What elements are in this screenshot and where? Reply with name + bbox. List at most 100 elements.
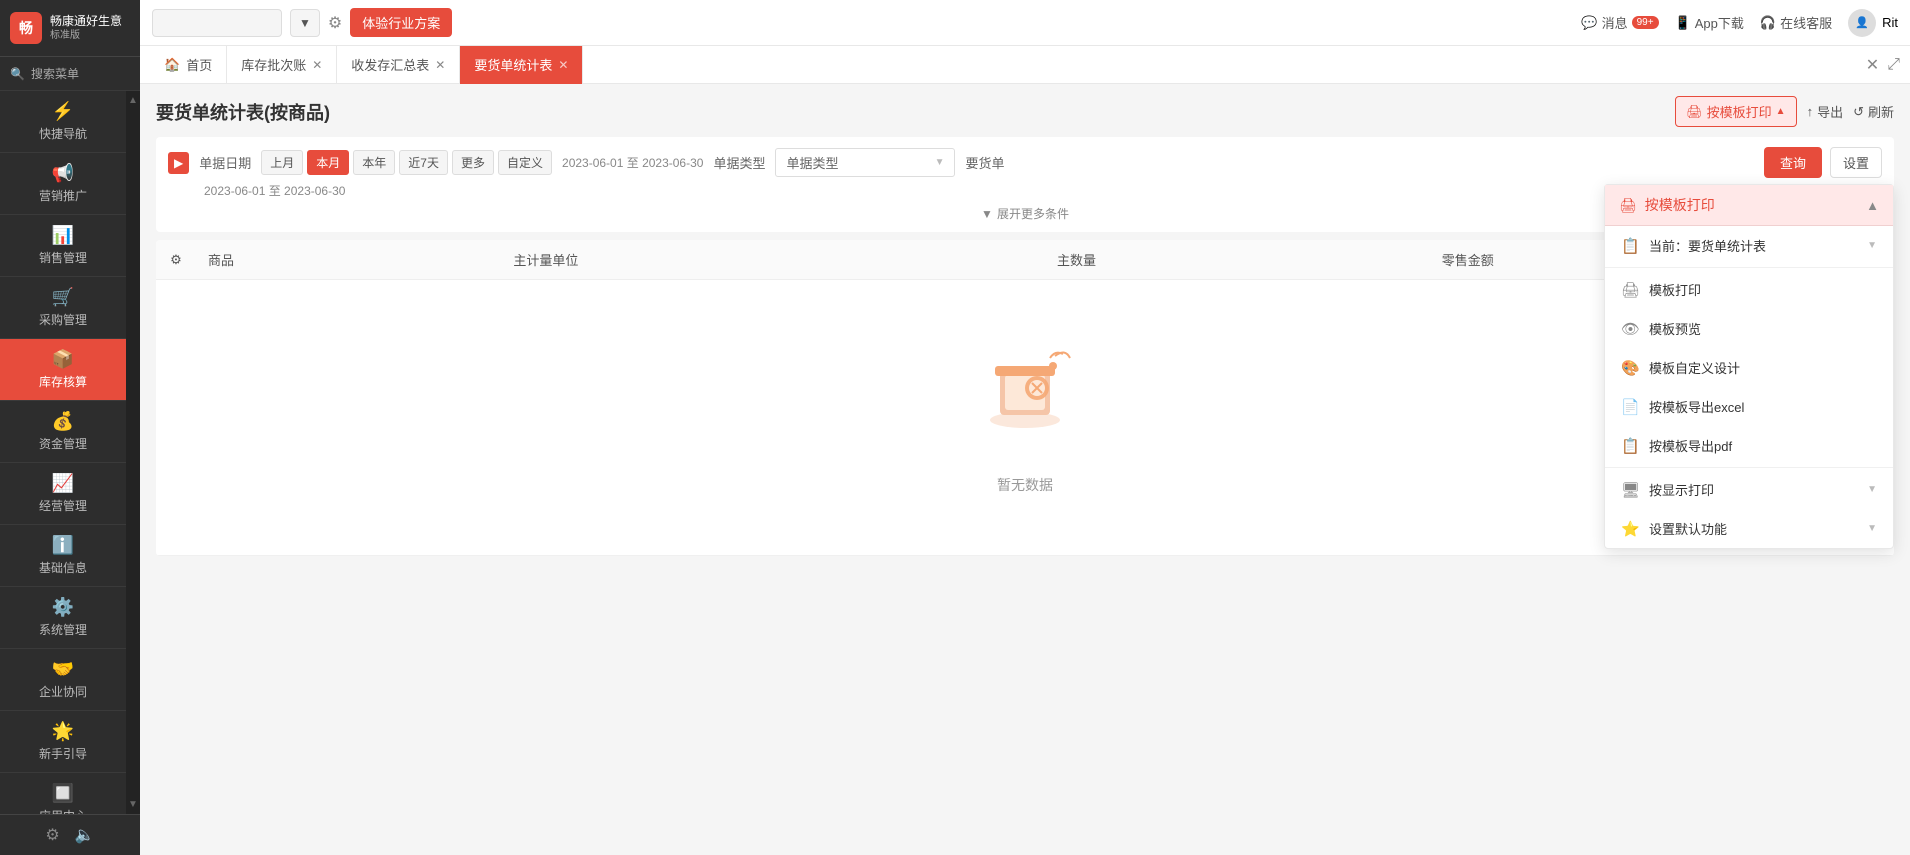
print-dropdown-arrow: ▲ [1776,106,1786,117]
chevron-up-icon[interactable]: ▲ [1866,198,1879,213]
sidebar-item-label: 营销推广 [39,187,87,204]
sidebar-item-label: 销售管理 [39,249,87,266]
home-icon: 🏠 [164,57,180,73]
date-filter-label: 单据日期 [199,153,251,172]
sidebar-item-marketing[interactable]: 📢 营销推广 [0,153,126,215]
export-icon: ↑ [1807,104,1814,119]
date-range-text-2: 2023-06-01 至 2023-06-30 [204,182,345,199]
tab-close-all-icon[interactable]: ✕ [1866,55,1879,75]
date-7days-btn[interactable]: 近7天 [399,150,448,175]
sidebar: 畅 畅康通好生意 标准版 🔍 搜索菜单 ⚡ 快捷导航 📢 营销推广 📊 销售管理… [0,0,140,855]
date-btn-group: 上月 本月 本年 近7天 更多 自定义 [261,150,552,175]
tab-order[interactable]: 要货单统计表 ✕ [460,46,583,84]
tab-collection-close[interactable]: ✕ [435,58,445,72]
sidebar-item-apps[interactable]: 🔲 应用中心 [0,773,126,814]
sidebar-item-business[interactable]: 📈 经营管理 [0,463,126,525]
user-info[interactable]: 👤 Rit [1848,9,1898,37]
filter-settings-button[interactable]: 设置 [1830,147,1882,178]
settings-bottom-icon[interactable]: ⚙ [45,825,59,845]
sidebar-nav: ⚡ 快捷导航 📢 营销推广 📊 销售管理 🛒 采购管理 📦 库存核算 💰 [0,91,126,814]
app-logo-icon: 畅 [10,12,42,44]
dropdown-divider-1 [1605,267,1893,268]
tab-collection[interactable]: 收发存汇总表 ✕ [337,46,460,84]
template-print-item[interactable]: 🖨 模板打印 [1605,270,1893,309]
trial-button[interactable]: 体验行业方案 [350,8,452,37]
sidebar-item-guide[interactable]: 🌟 新手引导 [0,711,126,773]
filter-row: ▶ 单据日期 上月 本月 本年 近7天 更多 自定义 2023-06-01 至 … [168,147,1882,178]
sidebar-search[interactable]: 🔍 搜索菜单 [0,57,140,91]
sidebar-item-label: 资金管理 [39,435,87,452]
order-type-label: 单据类型 [713,153,765,172]
scroll-down-icon[interactable]: ▼ [128,799,138,810]
purchase-icon: 🛒 [52,287,74,308]
export-button[interactable]: ↑ 导出 [1807,102,1844,121]
order-type-select[interactable]: 单据类型 ▼ [775,148,955,177]
print-dropdown-title: 按模板打印 [1645,195,1715,215]
sidebar-item-cooperation[interactable]: 🤝 企业协同 [0,649,126,711]
refresh-icon: ↺ [1853,104,1864,120]
template-pdf-item[interactable]: 📋 按模板导出pdf [1605,426,1893,465]
date-current-month-btn[interactable]: 本月 [307,150,349,175]
template-preview-item[interactable]: 👁 模板预览 [1605,309,1893,348]
sidebar-item-basic[interactable]: ℹ️ 基础信息 [0,525,126,587]
template-excel-icon: 📄 [1621,398,1639,416]
tab-expand-icon[interactable]: ⤢ [1887,56,1900,74]
display-print-arrow: ▼ [1867,484,1877,495]
col-settings[interactable]: ⚙ [156,240,196,280]
sound-icon[interactable]: 🔈 [75,825,95,845]
tab-home[interactable]: 🏠 首页 [150,46,227,84]
print-icon: 🖨 [1686,104,1703,120]
template-excel-item[interactable]: 📄 按模板导出excel [1605,387,1893,426]
template-print-icon: 🖨 [1621,281,1639,299]
sidebar-item-sales[interactable]: 📊 销售管理 [0,215,126,277]
topbar-search-input[interactable] [152,9,282,37]
topbar-settings-icon[interactable]: ⚙ [328,13,342,33]
sidebar-item-label: 新手引导 [39,745,87,762]
tab-batch[interactable]: 库存批次账 ✕ [227,46,337,84]
online-service-item[interactable]: 🎧 在线客服 [1760,13,1832,32]
page-header: 要货单统计表(按商品) 🖨 按模板打印 ▲ ↑ 导出 ↺ 刷新 [156,96,1894,127]
messages-icon: 💬 [1581,15,1597,31]
apps-icon: 🔲 [52,783,74,804]
tab-batch-close[interactable]: ✕ [312,58,322,72]
date-custom-btn[interactable]: 自定义 [498,150,552,175]
display-print-item[interactable]: 🖥 按显示打印 ▼ [1605,470,1893,509]
marketing-icon: 📢 [52,163,74,184]
sidebar-item-label: 快捷导航 [39,125,87,142]
scroll-up-icon[interactable]: ▲ [128,95,138,106]
topbar: ▼ ⚙ 体验行业方案 💬 消息 99+ 📱 App下载 🎧 在线客服 👤 Rit [140,0,1910,46]
topbar-dropdown-button[interactable]: ▼ [290,9,320,37]
main-area: ▼ ⚙ 体验行业方案 💬 消息 99+ 📱 App下载 🎧 在线客服 👤 Rit [140,0,1910,855]
col-settings-icon[interactable]: ⚙ [170,252,182,267]
service-icon: 🎧 [1760,15,1776,31]
query-button[interactable]: 查询 [1764,147,1822,178]
sidebar-scrollbar[interactable]: ▲ ▼ [126,91,140,814]
sidebar-item-purchase[interactable]: 🛒 采购管理 [0,277,126,339]
sales-icon: 📊 [52,225,74,246]
col-unit: 主计量单位 [501,240,1045,280]
template-design-item[interactable]: 🎨 模板自定义设计 [1605,348,1893,387]
sidebar-item-label: 采购管理 [39,311,87,328]
sidebar-item-system[interactable]: ⚙️ 系统管理 [0,587,126,649]
date-year-btn[interactable]: 本年 [353,150,395,175]
sidebar-item-inventory[interactable]: 📦 库存核算 [0,339,126,401]
expand-conditions-button[interactable]: ▼ 展开更多条件 [981,205,1069,222]
sidebar-item-quick[interactable]: ⚡ 快捷导航 [0,91,126,153]
print-dropdown-header: 🖨 按模板打印 ▲ [1605,185,1893,226]
sidebar-item-label: 系统管理 [39,621,87,638]
print-template-button[interactable]: 🖨 按模板打印 ▲ [1675,96,1796,127]
filter-expand-icon[interactable]: ▶ [168,152,189,174]
tabbar: 🏠 首页 库存批次账 ✕ 收发存汇总表 ✕ 要货单统计表 ✕ ✕ ⤢ [140,46,1910,84]
date-more-btn[interactable]: 更多 [452,150,494,175]
tab-order-close[interactable]: ✕ [558,58,568,72]
messages-item[interactable]: 💬 消息 99+ [1581,13,1658,32]
app-download-item[interactable]: 📱 App下载 [1675,13,1744,32]
set-default-left: ⭐ 设置默认功能 [1621,519,1727,538]
date-prev-month-btn[interactable]: 上月 [261,150,303,175]
set-default-item[interactable]: ⭐ 设置默认功能 ▼ [1605,509,1893,548]
sidebar-item-finance[interactable]: 💰 资金管理 [0,401,126,463]
current-template-item[interactable]: 📋 当前：要货单统计表 ▼ [1605,226,1893,265]
template-design-icon: 🎨 [1621,359,1639,377]
dropdown-divider-2 [1605,467,1893,468]
refresh-button[interactable]: ↺ 刷新 [1853,102,1894,121]
